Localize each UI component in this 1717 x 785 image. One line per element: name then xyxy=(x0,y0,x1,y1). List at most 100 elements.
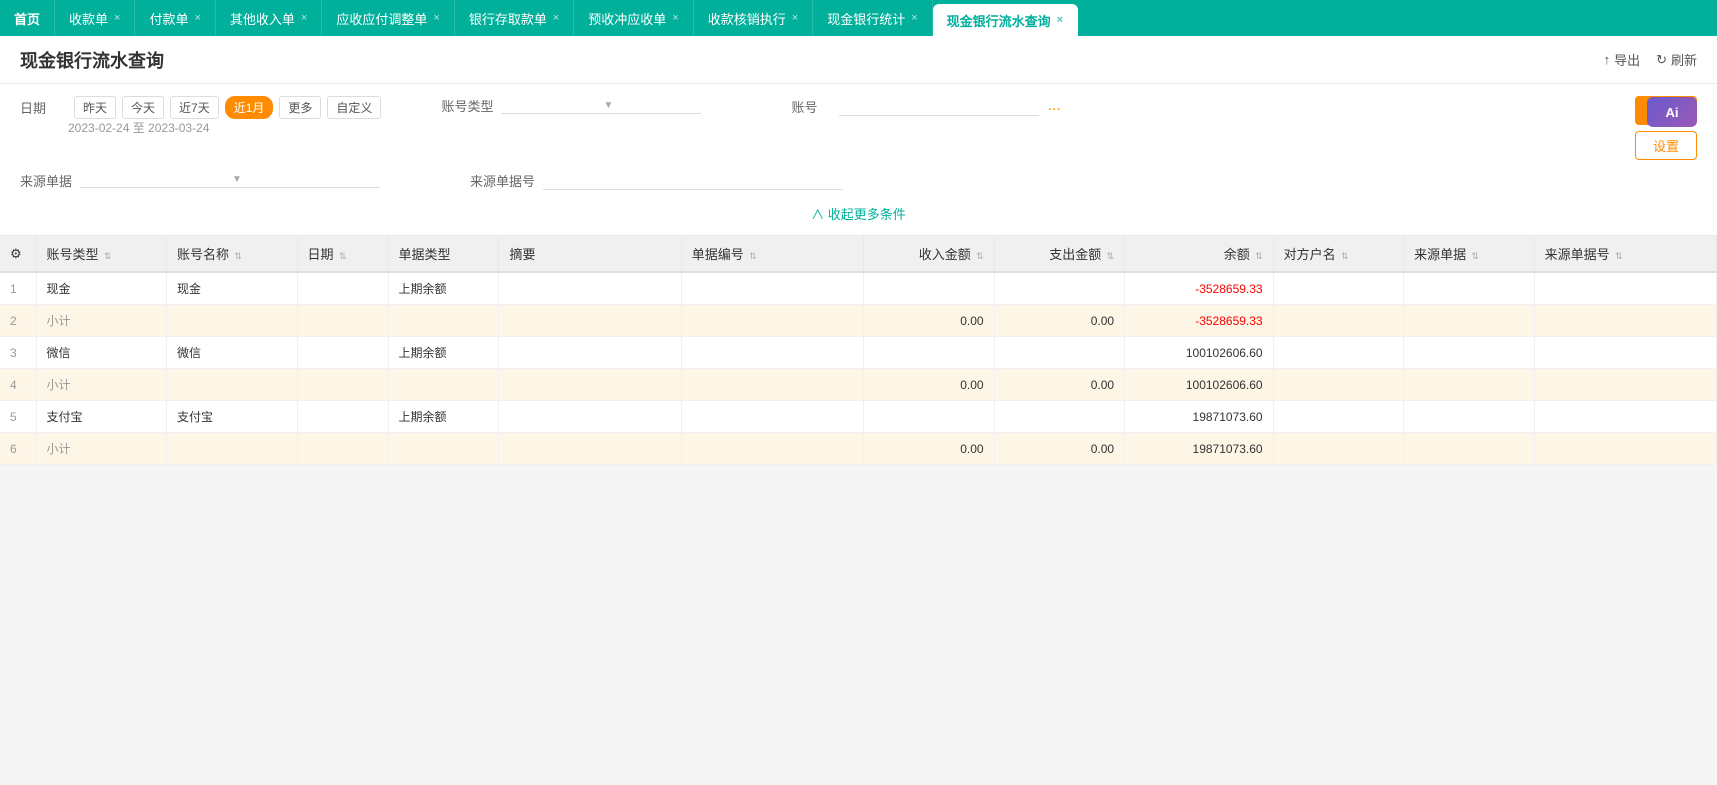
row-2-doc-no xyxy=(681,305,863,337)
nav-flow-query-close[interactable]: × xyxy=(1057,14,1063,26)
row-2-counterpart xyxy=(1273,305,1404,337)
nav-item-payment[interactable]: 付款单 × xyxy=(135,0,215,36)
settings-button[interactable]: 设置 xyxy=(1635,131,1697,160)
table-row: 2 小计 0.00 0.00 -3528659.33 xyxy=(0,305,1717,337)
nav-receipt-close[interactable]: × xyxy=(114,12,120,24)
col-source-doc-no[interactable]: 来源单据号 ⇅ xyxy=(1534,236,1716,272)
row-num-5: 5 xyxy=(0,401,36,433)
row-num-2: 2 xyxy=(0,305,36,337)
row-3-account-type: 微信 xyxy=(36,337,167,369)
col-summary-label: 摘要 xyxy=(509,247,535,262)
account-input[interactable] xyxy=(839,96,1039,116)
nav-payment-close[interactable]: × xyxy=(194,12,200,24)
row-5-income xyxy=(864,401,995,433)
nav-item-advance-offset[interactable]: 预收冲应收单 × xyxy=(574,0,693,36)
row-1-income xyxy=(864,272,995,305)
row-num-6: 6 xyxy=(0,433,36,465)
date-btn-custom[interactable]: 自定义 xyxy=(327,96,381,119)
col-source-doc[interactable]: 来源单据 ⇅ xyxy=(1404,236,1535,272)
row-6-doc-type xyxy=(388,433,499,465)
col-doc-no-label: 单据编号 xyxy=(692,247,744,262)
col-income[interactable]: 收入金额 ⇅ xyxy=(864,236,995,272)
ai-assistant-button[interactable]: Ai xyxy=(1647,97,1697,127)
export-icon: ↑ xyxy=(1604,52,1611,67)
col-settings[interactable]: ⚙ xyxy=(0,236,36,272)
account-ellipsis-button[interactable]: ... xyxy=(1047,97,1060,115)
col-balance-label: 余额 xyxy=(1224,247,1250,262)
col-account-name[interactable]: 账号名称 ⇅ xyxy=(167,236,298,272)
col-source-doc-no-sort-icon: ⇅ xyxy=(1615,251,1623,261)
nav-receipt-verify-close[interactable]: × xyxy=(792,12,798,24)
row-1-account-name: 现金 xyxy=(167,272,298,305)
row-5-counterpart xyxy=(1273,401,1404,433)
nav-item-receipt[interactable]: 收款单 × xyxy=(55,0,135,36)
row-num-1: 1 xyxy=(0,272,36,305)
account-text-input[interactable] xyxy=(845,98,1033,113)
row-4-income: 0.00 xyxy=(864,369,995,401)
source-doc-no-input[interactable] xyxy=(543,170,843,190)
nav-item-cash-bank-stat[interactable]: 现金银行统计 × xyxy=(813,0,932,36)
row-4-date xyxy=(297,369,388,401)
date-btn-today[interactable]: 今天 xyxy=(122,96,164,119)
col-balance[interactable]: 余额 ⇅ xyxy=(1125,236,1274,272)
col-doc-type-label: 单据类型 xyxy=(399,247,451,262)
row-2-source-doc-no xyxy=(1534,305,1716,337)
row-2-balance: -3528659.33 xyxy=(1125,305,1274,337)
nav-item-bank-deposit[interactable]: 银行存取款单 × xyxy=(455,0,574,36)
row-4-counterpart xyxy=(1273,369,1404,401)
nav-stat-close[interactable]: × xyxy=(911,12,917,24)
row-6-summary xyxy=(499,433,681,465)
data-table: ⚙ 账号类型 ⇅ 账号名称 ⇅ 日期 ⇅ 单据类型 摘要 xyxy=(0,236,1717,465)
nav-item-home[interactable]: 首页 xyxy=(0,0,55,36)
refresh-button[interactable]: ↻ 刷新 xyxy=(1656,50,1697,69)
nav-item-ar-ap-adjust[interactable]: 应收应付调整单 × xyxy=(322,0,454,36)
export-button[interactable]: ↑ 导出 xyxy=(1604,50,1641,69)
nav-advance-close[interactable]: × xyxy=(672,12,678,24)
row-2-expense: 0.00 xyxy=(994,305,1125,337)
col-summary[interactable]: 摘要 xyxy=(499,236,681,272)
date-btn-yesterday[interactable]: 昨天 xyxy=(74,96,116,119)
col-source-doc-label: 来源单据 xyxy=(1414,247,1466,262)
col-account-type[interactable]: 账号类型 ⇅ xyxy=(36,236,167,272)
nav-item-receipt-verify[interactable]: 收款核销执行 × xyxy=(694,0,813,36)
account-label: 账号 xyxy=(791,97,831,116)
table-header-row: ⚙ 账号类型 ⇅ 账号名称 ⇅ 日期 ⇅ 单据类型 摘要 xyxy=(0,236,1717,272)
settings-icon: ⚙ xyxy=(10,246,22,261)
nav-ar-ap-close[interactable]: × xyxy=(433,12,439,24)
account-type-select[interactable]: ▼ xyxy=(501,98,701,114)
table-row: 3 微信 微信 上期余额 100102606.60 xyxy=(0,337,1717,369)
nav-item-other-income[interactable]: 其他收入单 × xyxy=(216,0,322,36)
row-4-source-doc-no xyxy=(1534,369,1716,401)
source-doc-no-text-input[interactable] xyxy=(549,172,837,187)
col-date[interactable]: 日期 ⇅ xyxy=(297,236,388,272)
nav-bank-deposit-close[interactable]: × xyxy=(553,12,559,24)
row-1-doc-type: 上期余额 xyxy=(388,272,499,305)
row-1-doc-no xyxy=(681,272,863,305)
col-date-sort-icon: ⇅ xyxy=(339,251,347,261)
row-2-date xyxy=(297,305,388,337)
row-1-date xyxy=(297,272,388,305)
nav-ar-ap-label: 应收应付调整单 xyxy=(336,9,427,28)
row-4-doc-type xyxy=(388,369,499,401)
row-1-account-type: 现金 xyxy=(36,272,167,305)
source-doc-no-label: 来源单据号 xyxy=(470,171,535,190)
row-5-source-doc-no xyxy=(1534,401,1716,433)
nav-item-cash-flow-query[interactable]: 现金银行流水查询 × xyxy=(933,4,1078,36)
date-btn-1month[interactable]: 近1月 xyxy=(225,96,274,119)
col-counterpart-sort-icon: ⇅ xyxy=(1341,251,1349,261)
source-doc-select[interactable]: ▼ xyxy=(80,172,380,188)
date-btn-more[interactable]: 更多 xyxy=(279,96,321,119)
row-num-4: 4 xyxy=(0,369,36,401)
collapse-button[interactable]: ∧ 收起更多条件 xyxy=(20,200,1697,227)
col-expense[interactable]: 支出金额 ⇅ xyxy=(994,236,1125,272)
nav-other-income-close[interactable]: × xyxy=(301,12,307,24)
col-doc-type[interactable]: 单据类型 xyxy=(388,236,499,272)
col-account-type-label: 账号类型 xyxy=(47,247,99,262)
col-doc-no[interactable]: 单据编号 ⇅ xyxy=(681,236,863,272)
date-btn-7days[interactable]: 近7天 xyxy=(170,96,219,119)
col-counterpart[interactable]: 对方户名 ⇅ xyxy=(1273,236,1404,272)
row-2-source-doc xyxy=(1404,305,1535,337)
row-5-date xyxy=(297,401,388,433)
col-expense-label: 支出金额 xyxy=(1049,247,1101,262)
row-3-source-doc-no xyxy=(1534,337,1716,369)
